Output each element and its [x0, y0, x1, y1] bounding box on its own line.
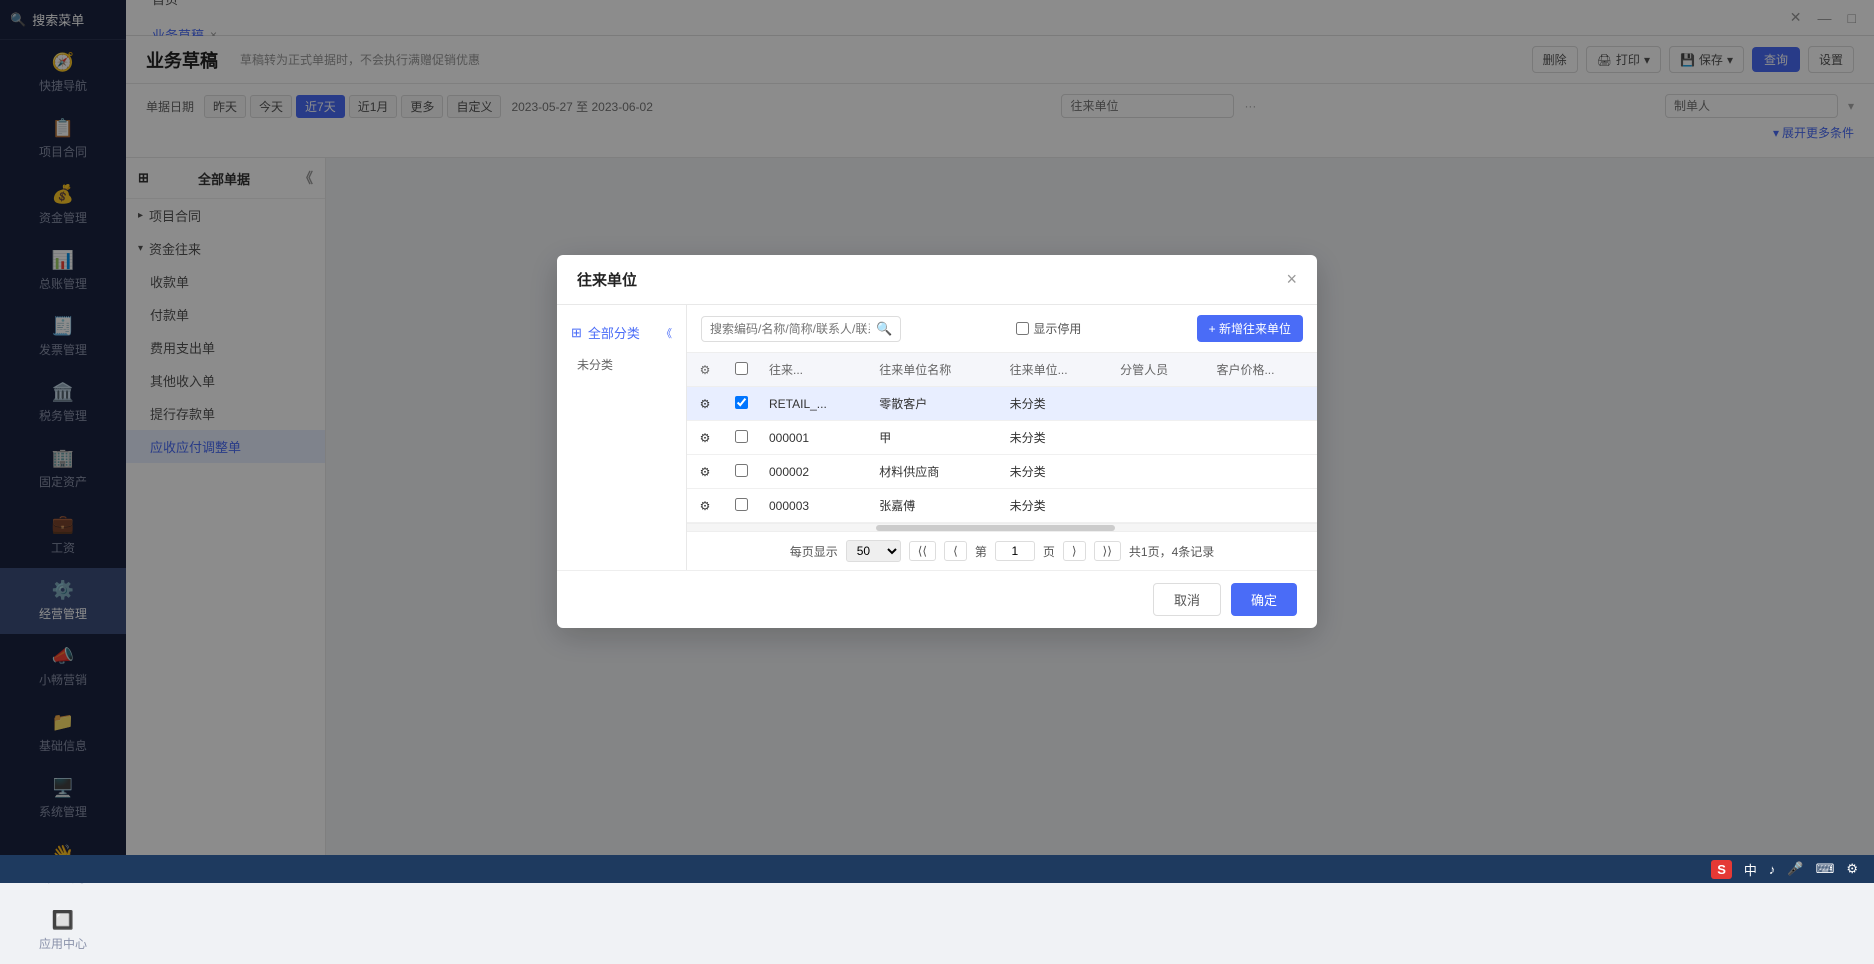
- th-price: 客户价格...: [1206, 353, 1317, 387]
- lang-indicator[interactable]: 中: [1744, 860, 1757, 879]
- th-category: 往来单位...: [1000, 353, 1111, 387]
- modal-sidebar-all[interactable]: ⊞ 全部分类 《: [557, 315, 686, 350]
- th-manager: 分管人员: [1110, 353, 1206, 387]
- mic-icon: 🎤: [1787, 861, 1803, 877]
- total-label: 共1页，4条记录: [1129, 543, 1214, 560]
- modal-toolbar: 🔍 显示停用 + 新增往来单位: [687, 305, 1317, 353]
- row-settings: ⚙: [687, 387, 723, 421]
- row-category: 未分类: [1000, 455, 1111, 489]
- row-category: 未分类: [1000, 421, 1111, 455]
- page-input[interactable]: [995, 541, 1035, 561]
- table-row[interactable]: ⚙ 000003 张嘉傅 未分类: [687, 489, 1317, 523]
- select-all-checkbox[interactable]: [735, 362, 748, 375]
- modal-search-icon: 🔍: [876, 321, 892, 337]
- modal-overlay: 往来单位 × ⊞ 全部分类 《 未分类 🔍: [0, 0, 1874, 883]
- modal-table-container: ⚙ 往来... 往来单位名称 往来单位... 分管人员 客户价格... ⚙: [687, 353, 1317, 523]
- collapse-modal-sidebar-icon[interactable]: 《: [661, 325, 672, 341]
- show-disabled-checkbox[interactable]: [1016, 322, 1029, 335]
- row-code: 000001: [759, 421, 869, 455]
- row-price: [1206, 387, 1317, 421]
- row-code: RETAIL_...: [759, 387, 869, 421]
- per-page-select[interactable]: 50 100: [846, 540, 901, 562]
- modal-pagination: 每页显示 50 100 ⟨⟨ ⟨ 第 页 ⟩ ⟩⟩ 共1页，4条记录: [687, 531, 1317, 570]
- new-partner-button[interactable]: + 新增往来单位: [1197, 315, 1303, 342]
- modal-search-box: 🔍: [701, 316, 901, 342]
- prev-page-button[interactable]: ⟨: [944, 541, 967, 561]
- row-code: 000003: [759, 489, 869, 523]
- modal-title: 往来单位: [577, 269, 637, 290]
- sidebar-label-app-center: 应用中心: [39, 935, 87, 952]
- row-name: 零散客户: [869, 387, 999, 421]
- row-checkbox-cell: [723, 455, 759, 489]
- modal-scrollbar[interactable]: [687, 523, 1317, 531]
- row-settings: ⚙: [687, 489, 723, 523]
- music-icon: ♪: [1769, 862, 1776, 877]
- partner-modal: 往来单位 × ⊞ 全部分类 《 未分类 🔍: [557, 255, 1317, 628]
- row-checkbox-cell: [723, 387, 759, 421]
- status-bar: S 中 ♪ 🎤 ⌨ ⚙: [0, 855, 1874, 883]
- modal-action-footer: 取消 确定: [557, 570, 1317, 628]
- modal-close-button[interactable]: ×: [1286, 269, 1297, 290]
- row-settings-icon: ⚙: [700, 465, 711, 479]
- row-checkbox-4[interactable]: [735, 498, 748, 511]
- grid-icon: ⊞: [571, 325, 582, 341]
- table-row[interactable]: ⚙ 000001 甲 未分类: [687, 421, 1317, 455]
- row-price: [1206, 489, 1317, 523]
- row-code: 000002: [759, 455, 869, 489]
- row-manager: [1110, 455, 1206, 489]
- row-checkbox-cell: [723, 421, 759, 455]
- th-name: 往来单位名称: [869, 353, 999, 387]
- row-manager: [1110, 489, 1206, 523]
- settings-status-icon[interactable]: ⚙: [1846, 861, 1858, 877]
- partner-table: ⚙ 往来... 往来单位名称 往来单位... 分管人员 客户价格... ⚙: [687, 353, 1317, 523]
- sidebar-icon-app-center: 🔲: [52, 910, 74, 931]
- modal-search-input[interactable]: [710, 322, 870, 336]
- row-name: 材料供应商: [869, 455, 999, 489]
- row-checkbox-1[interactable]: [735, 396, 748, 409]
- scrollbar-thumb: [876, 525, 1115, 531]
- modal-header: 往来单位 ×: [557, 255, 1317, 305]
- modal-body: ⊞ 全部分类 《 未分类 🔍 显示停用: [557, 305, 1317, 570]
- row-price: [1206, 421, 1317, 455]
- per-page-label: 每页显示: [790, 543, 838, 560]
- table-row[interactable]: ⚙ RETAIL_... 零散客户 未分类: [687, 387, 1317, 421]
- modal-right: 🔍 显示停用 + 新增往来单位 ⚙: [687, 305, 1317, 570]
- next-page-button[interactable]: ⟩: [1063, 541, 1086, 561]
- row-settings-icon: ⚙: [700, 499, 711, 513]
- table-header-row: ⚙ 往来... 往来单位名称 往来单位... 分管人员 客户价格...: [687, 353, 1317, 387]
- table-row[interactable]: ⚙ 000002 材料供应商 未分类: [687, 455, 1317, 489]
- row-category: 未分类: [1000, 387, 1111, 421]
- row-price: [1206, 455, 1317, 489]
- row-category: 未分类: [1000, 489, 1111, 523]
- row-manager: [1110, 387, 1206, 421]
- th-code: 往来...: [759, 353, 869, 387]
- keyboard-icon: ⌨: [1816, 861, 1835, 877]
- confirm-button[interactable]: 确定: [1231, 583, 1297, 616]
- modal-sidebar-uncategorized[interactable]: 未分类: [557, 350, 686, 379]
- sidebar-item-app-center[interactable]: 🔲 应用中心: [0, 898, 126, 964]
- row-name: 甲: [869, 421, 999, 455]
- row-settings: ⚙: [687, 421, 723, 455]
- show-disabled-checkbox-label[interactable]: 显示停用: [1016, 320, 1081, 337]
- row-checkbox-3[interactable]: [735, 464, 748, 477]
- th-settings: ⚙: [687, 353, 723, 387]
- settings-icon: ⚙: [700, 363, 711, 377]
- row-settings: ⚙: [687, 455, 723, 489]
- modal-sidebar: ⊞ 全部分类 《 未分类: [557, 305, 687, 570]
- th-check: [723, 353, 759, 387]
- last-page-button[interactable]: ⟩⟩: [1094, 541, 1121, 561]
- row-checkbox-cell: [723, 489, 759, 523]
- row-settings-icon: ⚙: [700, 397, 711, 411]
- row-settings-icon: ⚙: [700, 431, 711, 445]
- cancel-button[interactable]: 取消: [1153, 583, 1221, 616]
- first-page-button[interactable]: ⟨⟨: [909, 541, 936, 561]
- modal-table-body: ⚙ RETAIL_... 零散客户 未分类 ⚙ 000001 甲 未分类 ⚙ 0…: [687, 387, 1317, 523]
- row-manager: [1110, 421, 1206, 455]
- row-name: 张嘉傅: [869, 489, 999, 523]
- page-unit: 页: [1043, 543, 1055, 560]
- brand-icon: S: [1711, 860, 1732, 879]
- page-label: 第: [975, 543, 987, 560]
- row-checkbox-2[interactable]: [735, 430, 748, 443]
